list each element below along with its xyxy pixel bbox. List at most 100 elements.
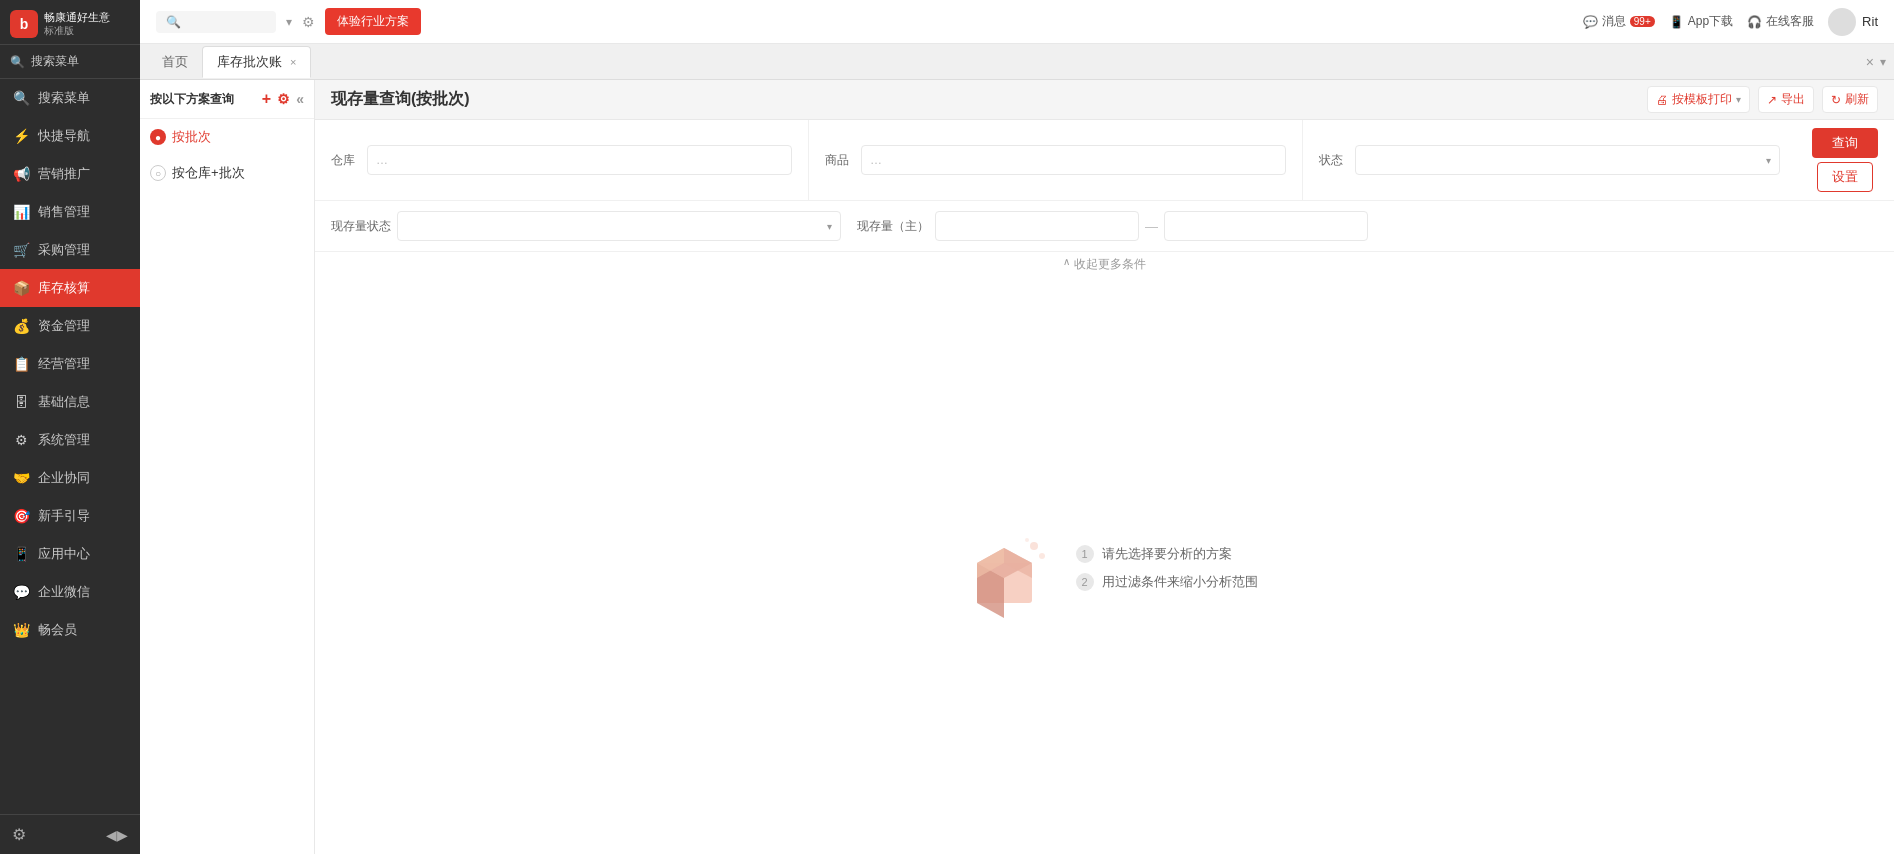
sidebar-item-quick-nav[interactable]: ⚡ 快捷导航 [0, 117, 140, 155]
empty-step-1: 1 请先选择要分析的方案 [1076, 545, 1258, 563]
messages-action[interactable]: 💬 消息 99+ [1583, 13, 1655, 30]
print-icon: 🖨 [1656, 93, 1668, 107]
sidebar-item-basic[interactable]: 🗄 基础信息 [0, 383, 140, 421]
nav-label-wechat: 企业微信 [38, 583, 90, 601]
collapse-panel-icon[interactable]: « [296, 91, 304, 107]
tab-close-page-icon[interactable]: × [1866, 54, 1874, 70]
nav-label-finance: 资金管理 [38, 317, 90, 335]
sidebar-search[interactable]: 🔍 搜索菜单 [0, 45, 140, 79]
status-select[interactable]: ▾ [1355, 145, 1780, 175]
product-label: 商品 [825, 152, 855, 169]
tab-home[interactable]: 首页 [148, 47, 202, 77]
sidebar-item-appstore[interactable]: 📱 应用中心 [0, 535, 140, 573]
step-2-text: 用过滤条件来缩小分析范围 [1102, 573, 1258, 591]
sidebar-item-marketing[interactable]: 📢 营销推广 [0, 155, 140, 193]
sidebar-header: b 畅康通好生意 标准版 [0, 0, 140, 45]
print-btn[interactable]: 🖨 按模板打印 ▾ [1647, 86, 1750, 113]
scheme-label-batch: 按批次 [172, 128, 211, 146]
qty-min-input[interactable] [935, 211, 1139, 241]
nav-icon-system: ⚙ [12, 431, 30, 449]
page-title: 现存量查询(按批次) [331, 89, 470, 110]
tab-inventory-batch[interactable]: 库存批次账 × [202, 46, 311, 78]
export-btn[interactable]: ↗ 导出 [1758, 86, 1814, 113]
nav-label-quick-nav: 快捷导航 [38, 127, 90, 145]
collapse-label: 收起更多条件 [1074, 256, 1146, 273]
nav-label-search-menu: 搜索菜单 [38, 89, 90, 107]
nav-label-newbie: 新手引导 [38, 507, 90, 525]
main-area: 🔍 ▾ ⚙ 体验行业方案 💬 消息 99+ 📱 App下载 🎧 在线客服 [140, 0, 1894, 854]
refresh-icon: ↻ [1831, 93, 1841, 107]
nav-label-member: 畅会员 [38, 621, 77, 639]
settings-icon[interactable]: ⚙ [12, 825, 26, 844]
export-icon: ↗ [1767, 93, 1777, 107]
online-service-action[interactable]: 🎧 在线客服 [1747, 13, 1814, 30]
nav-icon-appstore: 📱 [12, 545, 30, 563]
scheme-dot-active: ● [150, 129, 166, 145]
sidebar-item-purchase[interactable]: 🛒 采购管理 [0, 231, 140, 269]
avatar [1828, 8, 1856, 36]
tabs-bar-right: × ▾ [1866, 54, 1886, 70]
scheme-item-warehouse-batch[interactable]: ○ 按仓库+批次 [140, 155, 314, 191]
scheme-item-batch[interactable]: ● 按批次 [140, 119, 314, 155]
sidebar-footer: ⚙ ◀▶ [0, 814, 140, 854]
filter-row2: 现存量状态 ▾ 现存量（主） — [315, 201, 1894, 252]
nav-icon-newbie: 🎯 [12, 507, 30, 525]
sidebar-item-inventory[interactable]: 📦 库存核算 [0, 269, 140, 307]
nav-label-system: 系统管理 [38, 431, 90, 449]
trial-btn[interactable]: 体验行业方案 [325, 8, 421, 35]
dropdown-icon[interactable]: ▾ [286, 15, 292, 29]
sidebar-item-member[interactable]: 👑 畅会员 [0, 611, 140, 649]
tab-inventory-batch-label: 库存批次账 [217, 53, 282, 71]
company-name: 畅康通好生意 [44, 10, 110, 24]
set-button[interactable]: 设置 [1817, 162, 1873, 192]
topbar-search-input[interactable] [185, 15, 265, 29]
page-title-actions: 🖨 按模板打印 ▾ ↗ 导出 ↻ 刷新 [1647, 86, 1878, 113]
empty-illustration [952, 518, 1052, 618]
collapse-sidebar-icon[interactable]: ◀▶ [106, 827, 128, 843]
query-button[interactable]: 查询 [1812, 128, 1878, 158]
app-icon: 📱 [1669, 15, 1684, 29]
svg-point-7 [1025, 538, 1029, 542]
app-download-action[interactable]: 📱 App下载 [1669, 13, 1733, 30]
inventory-status-select[interactable]: ▾ [397, 211, 841, 241]
sidebar-item-enterprise[interactable]: 🤝 企业协同 [0, 459, 140, 497]
nav-icon-marketing: 📢 [12, 165, 30, 183]
sidebar-item-search-menu[interactable]: 🔍 搜索菜单 [0, 79, 140, 117]
scheme-label-warehouse-batch: 按仓库+批次 [172, 164, 245, 182]
print-label: 按模板打印 [1672, 91, 1732, 108]
left-panel-header: 按以下方案查询 + ⚙ « [140, 80, 314, 119]
print-dropdown-icon[interactable]: ▾ [1736, 94, 1741, 105]
sidebar-item-finance[interactable]: 💰 资金管理 [0, 307, 140, 345]
nav-icon-wechat: 💬 [12, 583, 30, 601]
gear-icon[interactable]: ⚙ [302, 14, 315, 30]
inventory-status-chevron: ▾ [827, 221, 832, 232]
nav-icon-search-menu: 🔍 [12, 89, 30, 107]
inventory-status-label: 现存量状态 [331, 218, 391, 235]
tab-close-icon[interactable]: × [290, 56, 296, 68]
sidebar-item-newbie[interactable]: 🎯 新手引导 [0, 497, 140, 535]
sidebar-item-system[interactable]: ⚙ 系统管理 [0, 421, 140, 459]
status-filter: 状态 ▾ [1303, 120, 1796, 200]
add-scheme-icon[interactable]: + [262, 90, 271, 108]
warehouse-input[interactable]: … [367, 145, 792, 175]
action-buttons: 查询 设置 [1796, 120, 1894, 200]
sidebar-item-wechat[interactable]: 💬 企业微信 [0, 573, 140, 611]
product-input[interactable]: … [861, 145, 1286, 175]
qty-max-input[interactable] [1164, 211, 1368, 241]
topbar-search-bar[interactable]: 🔍 [156, 11, 276, 33]
empty-inner: 1 请先选择要分析的方案 2 用过滤条件来缩小分析范围 [952, 518, 1258, 618]
topbar: 🔍 ▾ ⚙ 体验行业方案 💬 消息 99+ 📱 App下载 🎧 在线客服 [140, 0, 1894, 44]
tab-home-label: 首页 [162, 53, 188, 71]
nav-label-sales: 销售管理 [38, 203, 90, 221]
sidebar-item-operation[interactable]: 📋 经营管理 [0, 345, 140, 383]
sidebar-item-sales[interactable]: 📊 销售管理 [0, 193, 140, 231]
product-filter: 商品 … [809, 120, 1303, 200]
collapse-bar[interactable]: ∧ 收起更多条件 [315, 252, 1894, 281]
scheme-settings-icon[interactable]: ⚙ [277, 91, 290, 107]
tab-more-icon[interactable]: ▾ [1880, 55, 1886, 69]
user-area[interactable]: Rit [1828, 8, 1878, 36]
refresh-btn[interactable]: ↻ 刷新 [1822, 86, 1878, 113]
tabs-bar: 首页 库存批次账 × × ▾ [140, 44, 1894, 80]
svg-point-6 [1039, 553, 1045, 559]
messages-badge: 99+ [1630, 16, 1655, 27]
